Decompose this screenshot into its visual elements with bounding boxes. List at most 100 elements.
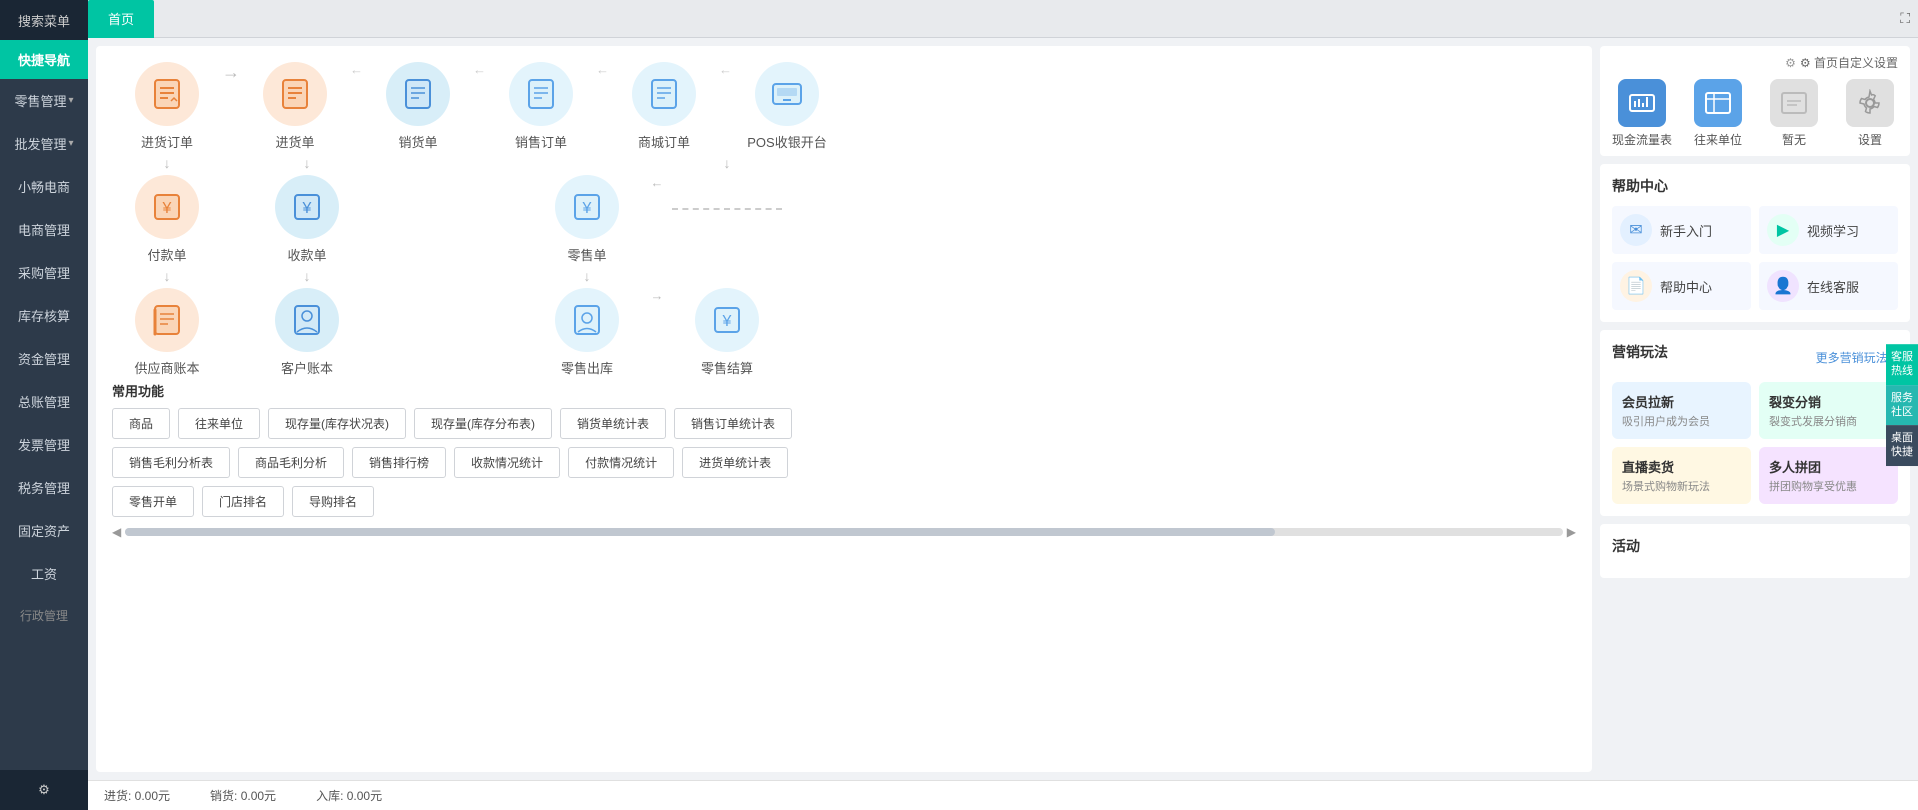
quick-icon-settings-label: 设置 — [1858, 131, 1882, 148]
search-menu-button[interactable]: 搜索菜单 — [0, 0, 88, 40]
help-item-video[interactable]: ▶ 视频学习 — [1759, 206, 1898, 254]
func-btn-stock-status[interactable]: 现存量(库存状况表) — [268, 408, 406, 439]
marketing-live-title: 直播卖货 — [1622, 457, 1741, 476]
service-label: 在线客服 — [1807, 277, 1859, 296]
flow-node-purchase-order[interactable]: 进货订单 — [112, 62, 222, 151]
sidebar-item-admin[interactable]: 行政管理 — [0, 595, 88, 636]
func-btn-sales-stat[interactable]: 销货单统计表 — [560, 408, 666, 439]
sidebar-item-invoice[interactable]: 发票管理 — [0, 423, 88, 466]
func-btn-goods[interactable]: 商品 — [112, 408, 170, 439]
float-btn-community[interactable]: 服务社区 — [1886, 385, 1918, 426]
sidebar-item-payroll[interactable]: 工资 — [0, 552, 88, 595]
sidebar-item-ledger[interactable]: 总账管理 — [0, 380, 88, 423]
quick-nav-header: 快捷导航 — [0, 40, 88, 79]
sidebar-item-wholesale[interactable]: 批发管理 ▾ — [0, 122, 88, 165]
quick-icon-partners[interactable]: 往来单位 — [1688, 79, 1748, 148]
sidebar-item-tax[interactable]: 税务管理 — [0, 466, 88, 509]
marketing-member-title: 会员拉新 — [1622, 392, 1741, 411]
quick-icon-settings[interactable]: 设置 — [1840, 79, 1900, 148]
help-item-beginner[interactable]: ✉ 新手入门 — [1612, 206, 1751, 254]
flow-label-receipt: 收款单 — [287, 245, 326, 264]
flow-node-sales-bill[interactable]: 销货单 — [363, 62, 473, 151]
func-btn-purchase-stat[interactable]: 进货单统计表 — [682, 447, 788, 478]
marketing-fission-sub: 裂变式发展分销商 — [1769, 413, 1888, 429]
sidebar-item-ecommerce-mgmt[interactable]: 电商管理 — [0, 208, 88, 251]
flow-label-retail-bill: 零售单 — [567, 245, 606, 264]
help-item-service[interactable]: 👤 在线客服 — [1759, 262, 1898, 310]
flow-node-purchase-bill[interactable]: 进货单 — [240, 62, 350, 151]
float-btn-customer-service[interactable]: 客服热线 — [1886, 344, 1918, 385]
maximize-button[interactable]: ⛶ — [1900, 10, 1910, 27]
flow-node-payment[interactable]: ¥ 付款单 — [112, 175, 222, 264]
marketing-item-member[interactable]: 会员拉新 吸引用户成为会员 — [1612, 382, 1751, 439]
func-btn-receipt-stat[interactable]: 收款情况统计 — [454, 447, 560, 478]
activity-panel: 活动 — [1600, 524, 1910, 578]
flow-node-retail-out[interactable]: 零售出库 — [532, 288, 642, 377]
func-btn-partners[interactable]: 往来单位 — [178, 408, 260, 439]
func-btn-guide-rank[interactable]: 导购排名 — [292, 486, 374, 517]
func-btn-store-rank[interactable]: 门店排名 — [202, 486, 284, 517]
flow-label-purchase-order: 进货订单 — [141, 132, 193, 151]
bottom-purchase: 进货: 0.00元 — [104, 787, 170, 804]
tab-home[interactable]: 首页 — [88, 0, 154, 38]
sidebar-item-fixed-assets[interactable]: 固定资产 — [0, 509, 88, 552]
sidebar-item-inventory[interactable]: 库存核算 — [0, 294, 88, 337]
help-items-grid: ✉ 新手入门 ▶ 视频学习 📄 帮助中心 👤 在线客服 — [1612, 206, 1898, 310]
tab-bar: 首页 ⛶ — [88, 0, 1918, 38]
sidebar-item-retail[interactable]: 零售管理 ▾ — [0, 79, 88, 122]
quick-icon-none[interactable]: 暂无 — [1764, 79, 1824, 148]
marketing-item-fission[interactable]: 裂变分销 裂变式发展分销商 — [1759, 382, 1898, 439]
scroll-right-button[interactable]: ▶ — [1567, 525, 1576, 539]
homepage-settings-label[interactable]: ⚙ 首页自定义设置 — [1800, 54, 1898, 71]
svg-text:¥: ¥ — [582, 200, 592, 217]
bottom-storage: 入库: 0.00元 — [316, 787, 382, 804]
float-btn-desktop[interactable]: 桌面快捷 — [1886, 425, 1918, 466]
flow-node-pos[interactable]: POS收银开台 — [732, 62, 842, 151]
chevron-down-icon: ▾ — [68, 95, 73, 106]
flow-node-retail-bill[interactable]: ¥ 零售单 — [532, 175, 642, 264]
func-row-1: 商品 往来单位 现存量(库存状况表) 现存量(库存分布表) 销货单统计表 销售订… — [112, 408, 1576, 439]
flow-node-mall-order[interactable]: 商城订单 — [609, 62, 719, 151]
flow-node-customer-book[interactable]: 客户账本 — [252, 288, 362, 377]
arrow-left-4: ← — [719, 62, 732, 77]
func-btn-sales-rank[interactable]: 销售排行榜 — [352, 447, 446, 478]
quick-icon-cashflow[interactable]: 现金流量表 — [1612, 79, 1672, 148]
marketing-header: 营销玩法 更多营销玩法 > — [1612, 342, 1898, 372]
flow-label-retail-out: 零售出库 — [561, 358, 613, 377]
flow-circle-pos — [755, 62, 819, 126]
quick-access-header: ⚙ ⚙ 首页自定义设置 — [1612, 54, 1898, 71]
flow-circle-supplier-book — [135, 288, 199, 352]
marketing-item-group[interactable]: 多人拼团 拼团购物享受优惠 — [1759, 447, 1898, 504]
scroll-left-button[interactable]: ◀ — [112, 525, 121, 539]
flow-circle-sales-bill — [386, 62, 450, 126]
marketing-title: 营销玩法 — [1612, 342, 1668, 362]
flow-circle-sales-order — [509, 62, 573, 126]
flow-node-retail-settlement[interactable]: ¥ 零售结算 — [672, 288, 782, 377]
func-btn-order-stat[interactable]: 销售订单统计表 — [674, 408, 792, 439]
scroll-track[interactable] — [125, 528, 1563, 536]
sidebar-item-ecommerce-small[interactable]: 小畅电商 — [0, 165, 88, 208]
arrow-right-1: → — [222, 62, 240, 83]
flow-label-supplier-book: 供应商账本 — [134, 358, 199, 377]
flow-circle-purchase-bill — [263, 62, 327, 126]
help-icon: 📄 — [1620, 270, 1652, 302]
func-btn-retail-order[interactable]: 零售开单 — [112, 486, 194, 517]
func-btn-goods-margin[interactable]: 商品毛利分析 — [238, 447, 344, 478]
flow-node-receipt[interactable]: ¥ 收款单 — [252, 175, 362, 264]
flow-node-sales-order[interactable]: 销售订单 — [486, 62, 596, 151]
arrow-left-3: ← — [596, 62, 609, 77]
sidebar-item-finance[interactable]: 资金管理 — [0, 337, 88, 380]
sidebar-item-purchase[interactable]: 采购管理 — [0, 251, 88, 294]
func-btn-stock-dist[interactable]: 现存量(库存分布表) — [414, 408, 552, 439]
main-area: 首页 ⛶ 进货订单 → — [88, 0, 1918, 810]
func-btn-sales-margin[interactable]: 销售毛利分析表 — [112, 447, 230, 478]
marketing-item-live[interactable]: 直播卖货 场景式购物新玩法 — [1612, 447, 1751, 504]
partners-icon-box — [1694, 79, 1742, 127]
func-btn-payment-stat[interactable]: 付款情况统计 — [568, 447, 674, 478]
sidebar-settings-button[interactable]: ⚙ — [0, 770, 88, 810]
video-label: 视频学习 — [1807, 221, 1859, 240]
flow-circle-retail-out — [555, 288, 619, 352]
help-item-help[interactable]: 📄 帮助中心 — [1612, 262, 1751, 310]
flow-node-supplier-book[interactable]: 供应商账本 — [112, 288, 222, 377]
quick-icon-partners-label: 往来单位 — [1694, 131, 1742, 148]
